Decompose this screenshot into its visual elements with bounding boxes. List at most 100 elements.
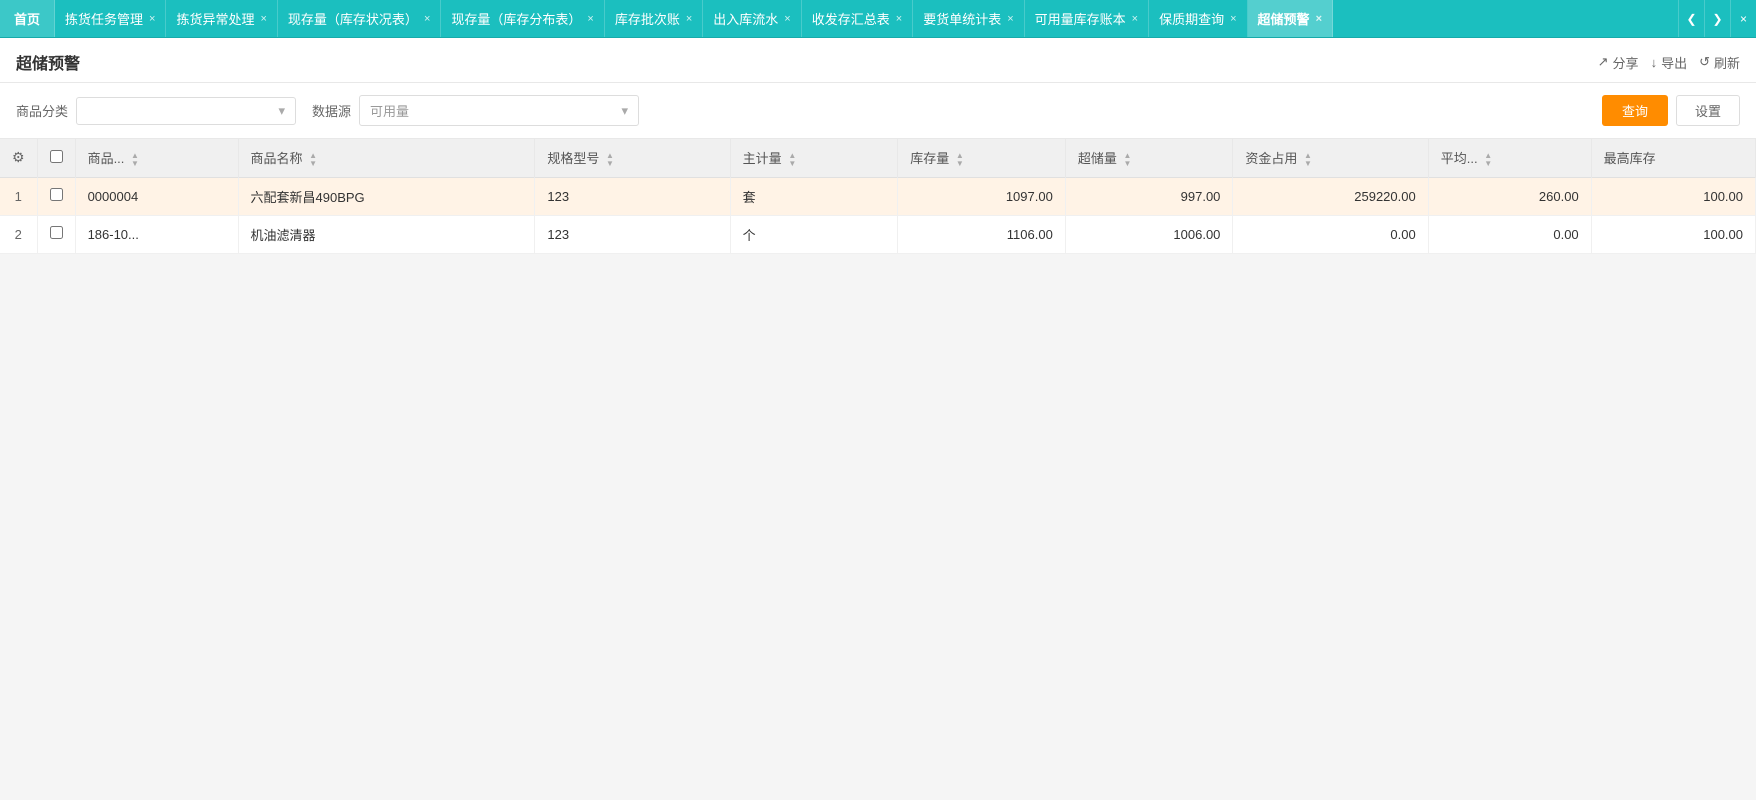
nav-item-usable[interactable]: 可用量库存账本 × xyxy=(1025,0,1149,37)
product-name: 六配套新昌490BPG xyxy=(238,177,535,215)
spec: 123 xyxy=(535,177,730,215)
datasource-select[interactable]: 可用量 ▾ xyxy=(359,95,639,126)
close-icon[interactable]: × xyxy=(1007,13,1013,25)
th-checkbox xyxy=(37,139,75,177)
top-navigation: 首页 拣货任务管理 × 拣货异常处理 × 现存量（库存状况表） × 现存量（库存… xyxy=(0,0,1756,38)
row-number: 1 xyxy=(0,177,37,215)
sort-icon[interactable]: ▲▼ xyxy=(131,152,139,168)
product-name: 机油滤清器 xyxy=(238,215,535,253)
spec: 123 xyxy=(535,215,730,253)
close-icon[interactable]: × xyxy=(587,13,593,25)
category-select[interactable]: ▾ xyxy=(76,97,296,125)
th-max-stock: 最高库存 xyxy=(1591,139,1755,177)
refresh-icon: ↺ xyxy=(1699,54,1710,70)
close-icon[interactable]: × xyxy=(1230,13,1236,25)
close-icon[interactable]: × xyxy=(686,13,692,25)
table-container: ⚙ 商品... ▲▼ 商品名称 ▲▼ 规格型号 ▲▼ 主计 xyxy=(0,139,1756,254)
nav-item-demand[interactable]: 要货单统计表 × xyxy=(913,0,1024,37)
share-button[interactable]: ↗ 分享 xyxy=(1598,53,1639,72)
sort-icon[interactable]: ▲▼ xyxy=(309,152,317,168)
nav-item-overstock[interactable]: 超储预警 × xyxy=(1248,0,1333,37)
row-checkbox[interactable] xyxy=(50,226,63,239)
datasource-label: 数据源 xyxy=(312,101,351,120)
row-number: 2 xyxy=(0,215,37,253)
th-product-code: 商品... ▲▼ xyxy=(75,139,238,177)
th-product-name: 商品名称 ▲▼ xyxy=(238,139,535,177)
datasource-filter-group: 数据源 可用量 ▾ xyxy=(312,95,639,126)
stock-qty: 1106.00 xyxy=(898,215,1066,253)
header-actions: ↗ 分享 ↓ 导出 ↺ 刷新 xyxy=(1598,53,1740,72)
th-stock: 库存量 ▲▼ xyxy=(898,139,1066,177)
close-icon[interactable]: × xyxy=(784,13,790,25)
page-header: 超储预警 ↗ 分享 ↓ 导出 ↺ 刷新 xyxy=(0,38,1756,83)
close-icon[interactable]: × xyxy=(896,13,902,25)
nav-close-all-button[interactable]: × xyxy=(1730,0,1756,37)
capital-occupation: 0.00 xyxy=(1233,215,1428,253)
row-checkbox-cell xyxy=(37,177,75,215)
query-button[interactable]: 查询 xyxy=(1602,95,1668,126)
table-row: 1 0000004 六配套新昌490BPG 123 套 1097.00 997.… xyxy=(0,177,1756,215)
close-icon[interactable]: × xyxy=(260,13,266,25)
close-icon[interactable]: × xyxy=(1132,13,1138,25)
refresh-button[interactable]: ↺ 刷新 xyxy=(1699,53,1740,72)
stock-qty: 1097.00 xyxy=(898,177,1066,215)
category-filter-group: 商品分类 ▾ xyxy=(16,97,296,125)
datasource-value: 可用量 xyxy=(370,101,409,120)
overstock-qty: 1006.00 xyxy=(1065,215,1233,253)
sort-icon[interactable]: ▲▼ xyxy=(606,152,614,168)
select-all-checkbox[interactable] xyxy=(50,150,63,163)
gear-icon[interactable]: ⚙ xyxy=(12,149,25,165)
close-icon[interactable]: × xyxy=(1316,13,1322,25)
nav-item-abnormal[interactable]: 拣货异常处理 × xyxy=(166,0,277,37)
avg-value: 0.00 xyxy=(1428,215,1591,253)
table-header-row: ⚙ 商品... ▲▼ 商品名称 ▲▼ 规格型号 ▲▼ 主计 xyxy=(0,139,1756,177)
capital-occupation: 259220.00 xyxy=(1233,177,1428,215)
row-checkbox[interactable] xyxy=(50,188,63,201)
nav-next-button[interactable]: ❯ xyxy=(1704,0,1730,37)
sort-icon[interactable]: ▲▼ xyxy=(788,152,796,168)
nav-item-summary[interactable]: 收发存汇总表 × xyxy=(802,0,913,37)
close-icon[interactable]: × xyxy=(424,13,430,25)
nav-item-task-mgmt[interactable]: 拣货任务管理 × xyxy=(55,0,166,37)
product-code: 0000004 xyxy=(75,177,238,215)
status-bar xyxy=(0,254,1756,260)
nav-prev-button[interactable]: ❮ xyxy=(1678,0,1704,37)
nav-home[interactable]: 首页 xyxy=(0,0,55,37)
max-stock: 100.00 xyxy=(1591,177,1755,215)
dropdown-arrow-icon: ▾ xyxy=(622,103,629,119)
export-icon: ↓ xyxy=(1651,55,1658,70)
sort-icon[interactable]: ▲▼ xyxy=(1123,152,1131,168)
overstock-table: ⚙ 商品... ▲▼ 商品名称 ▲▼ 规格型号 ▲▼ 主计 xyxy=(0,139,1756,254)
share-icon: ↗ xyxy=(1598,54,1609,70)
overstock-qty: 997.00 xyxy=(1065,177,1233,215)
nav-arrows: ❮ ❯ × xyxy=(1678,0,1756,37)
settings-button[interactable]: 设置 xyxy=(1676,95,1740,126)
row-checkbox-cell xyxy=(37,215,75,253)
product-code: 186-10... xyxy=(75,215,238,253)
sort-icon[interactable]: ▲▼ xyxy=(956,152,964,168)
th-settings: ⚙ xyxy=(0,139,37,177)
filter-actions: 查询 设置 xyxy=(1602,95,1740,126)
sort-icon[interactable]: ▲▼ xyxy=(1484,152,1492,168)
sort-icon[interactable]: ▲▼ xyxy=(1304,152,1312,168)
category-label: 商品分类 xyxy=(16,101,68,120)
filter-area: 商品分类 ▾ 数据源 可用量 ▾ 查询 设置 xyxy=(0,83,1756,139)
th-overstock: 超储量 ▲▼ xyxy=(1065,139,1233,177)
nav-item-inventory-status[interactable]: 现存量（库存状况表） × xyxy=(278,0,441,37)
nav-item-inventory-dist[interactable]: 现存量（库存分布表） × xyxy=(441,0,604,37)
close-icon[interactable]: × xyxy=(149,13,155,25)
nav-item-expiry[interactable]: 保质期查询 × xyxy=(1149,0,1247,37)
nav-item-inout[interactable]: 出入库流水 × xyxy=(703,0,801,37)
th-capital: 资金占用 ▲▼ xyxy=(1233,139,1428,177)
nav-item-batch[interactable]: 库存批次账 × xyxy=(605,0,703,37)
table-row: 2 186-10... 机油滤清器 123 个 1106.00 1006.00 … xyxy=(0,215,1756,253)
th-spec: 规格型号 ▲▼ xyxy=(535,139,730,177)
export-button[interactable]: ↓ 导出 xyxy=(1651,53,1688,72)
th-unit: 主计量 ▲▼ xyxy=(730,139,898,177)
page-title: 超储预警 xyxy=(16,50,80,74)
avg-value: 260.00 xyxy=(1428,177,1591,215)
unit: 套 xyxy=(730,177,898,215)
unit: 个 xyxy=(730,215,898,253)
max-stock: 100.00 xyxy=(1591,215,1755,253)
dropdown-arrow-icon: ▾ xyxy=(278,103,285,119)
